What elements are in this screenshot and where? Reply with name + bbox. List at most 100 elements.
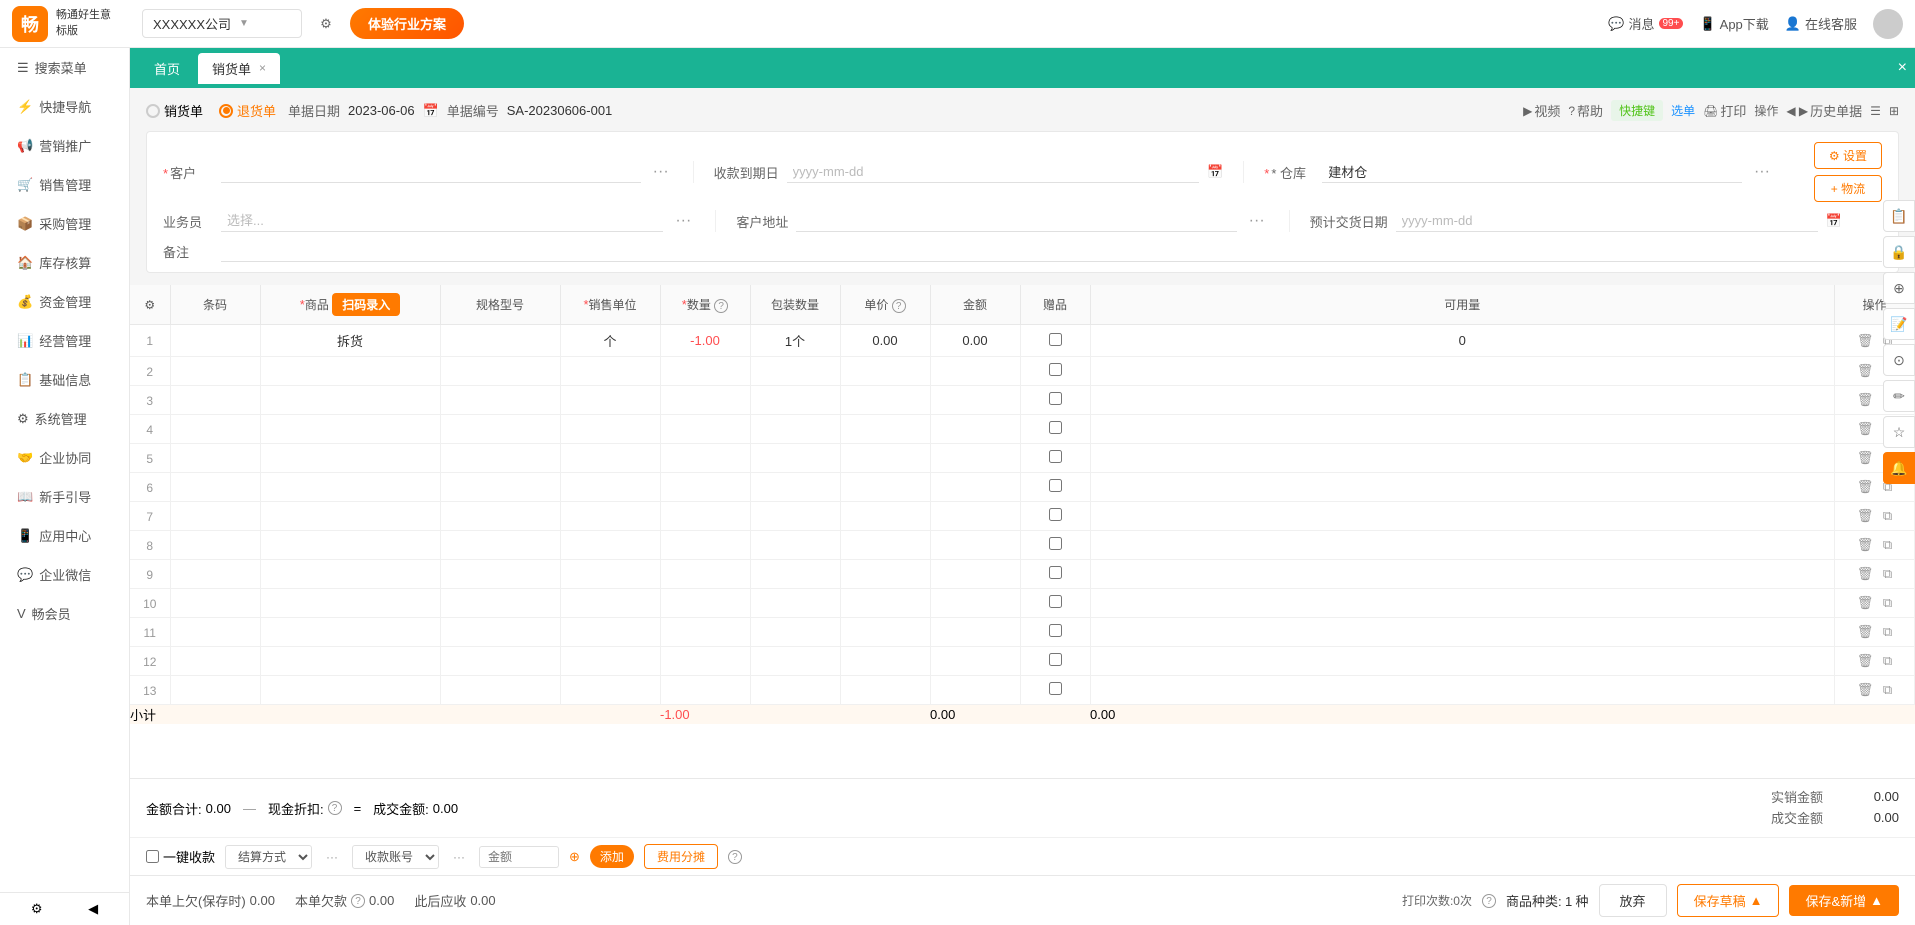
float-btn-5[interactable]: ⊙ [1883,344,1915,376]
row-barcode-cell[interactable] [170,415,260,444]
gift-checkbox[interactable] [1049,624,1062,637]
row-qty-cell[interactable] [660,676,750,705]
row-pack-cell[interactable] [750,560,840,589]
row-amount-cell[interactable] [930,676,1020,705]
delete-icon[interactable]: 🗑 [1857,653,1874,668]
row-unit-cell[interactable] [560,415,660,444]
action-select[interactable]: 选单 [1671,102,1695,119]
sidebar-item-guide[interactable]: 📖 新手引导 [0,477,129,516]
row-amount-cell[interactable] [930,444,1020,473]
window-close-icon[interactable]: × [1898,59,1907,77]
row-amount-cell[interactable] [930,386,1020,415]
row-pack-cell[interactable] [750,589,840,618]
row-barcode-cell[interactable] [170,502,260,531]
gift-checkbox[interactable] [1049,479,1062,492]
address-dots-icon[interactable]: ··· [1245,212,1269,230]
row-spec-cell[interactable] [440,618,560,647]
sidebar-item-purchase[interactable]: 📦 采购管理 [0,204,129,243]
calendar-icon[interactable]: 📅 [423,103,439,119]
row-price-cell[interactable] [840,386,930,415]
row-barcode-cell[interactable] [170,444,260,473]
delete-icon[interactable]: 🗑 [1857,508,1874,523]
row-barcode-cell[interactable] [170,676,260,705]
row-spec-cell[interactable] [440,676,560,705]
row-gift-cell[interactable] [1020,589,1090,618]
row-product-cell[interactable] [260,415,440,444]
row-gift-cell[interactable] [1020,473,1090,502]
row-product-cell[interactable]: 拆货 [260,325,440,357]
row-barcode-cell[interactable] [170,473,260,502]
row-unit-cell[interactable]: 个 [560,325,660,357]
copy-icon[interactable]: ⧉ [1883,537,1892,552]
row-spec-cell[interactable] [440,473,560,502]
row-barcode-cell[interactable] [170,531,260,560]
row-pack-cell[interactable] [750,444,840,473]
discard-button[interactable]: 放弃 [1599,884,1667,917]
row-gift-cell[interactable] [1020,325,1090,357]
row-qty-cell[interactable] [660,589,750,618]
delete-icon[interactable]: 🗑 [1857,333,1874,348]
radio-return-order[interactable]: 退货单 [219,101,276,120]
row-pack-cell[interactable] [750,357,840,386]
sidebar-item-collab[interactable]: 🤝 企业协同 [0,438,129,477]
row-amount-cell[interactable] [930,357,1020,386]
row-qty-cell[interactable] [660,386,750,415]
payment-calendar-icon[interactable]: 📅 [1207,164,1223,180]
gift-checkbox[interactable] [1049,392,1062,405]
row-amount-cell[interactable] [930,560,1020,589]
row-qty-cell[interactable]: -1.00 [660,325,750,357]
copy-icon[interactable]: ⧉ [1883,624,1892,639]
row-gift-cell[interactable] [1020,444,1090,473]
delete-icon[interactable]: 🗑 [1857,682,1874,697]
float-btn-6[interactable]: ✏ [1883,380,1915,412]
gift-checkbox[interactable] [1049,682,1062,695]
total-owed-help-icon[interactable]: ? [351,894,365,908]
row-barcode-cell[interactable] [170,386,260,415]
action-ops[interactable]: 操作 [1754,102,1778,119]
row-unit-cell[interactable] [560,647,660,676]
row-price-cell[interactable] [840,531,930,560]
copy-icon[interactable]: ⧉ [1883,508,1892,523]
row-barcode-cell[interactable] [170,560,260,589]
sidebar-item-system[interactable]: ⚙ 系统管理 [0,399,129,438]
row-spec-cell[interactable] [440,386,560,415]
row-barcode-cell[interactable] [170,647,260,676]
sidebar-item-search[interactable]: ☰ 搜索菜单 [0,48,129,87]
action-shortcut[interactable]: 快捷键 [1611,100,1663,121]
date-value[interactable]: 2023-06-06 [348,103,415,118]
row-gift-cell[interactable] [1020,386,1090,415]
sidebar-item-basics[interactable]: 📋 基础信息 [0,360,129,399]
row-amount-cell[interactable] [930,618,1020,647]
row-pack-cell[interactable] [750,473,840,502]
account-select[interactable]: 收款账号 [352,845,439,869]
address-input[interactable] [796,210,1236,232]
row-spec-cell[interactable] [440,415,560,444]
delete-icon[interactable]: 🗑 [1857,421,1874,436]
row-barcode-cell[interactable] [170,589,260,618]
sidebar-item-sales[interactable]: 🛒 销售管理 [0,165,129,204]
settings-button[interactable]: ⚙ 设置 [1814,142,1882,169]
save-draft-button[interactable]: 保存草稿 ▲ [1677,884,1780,917]
row-unit-cell[interactable] [560,357,660,386]
row-pack-cell[interactable] [750,647,840,676]
row-amount-cell[interactable]: 0.00 [930,325,1020,357]
user-avatar[interactable] [1873,9,1903,39]
row-price-cell[interactable] [840,647,930,676]
row-unit-cell[interactable] [560,589,660,618]
row-price-cell[interactable] [840,444,930,473]
delete-icon[interactable]: 🗑 [1857,392,1874,407]
copy-icon[interactable]: ⧉ [1883,653,1892,668]
row-unit-cell[interactable] [560,560,660,589]
float-btn-4[interactable]: 📝 [1883,308,1915,340]
radio-sales-order[interactable]: 销货单 [146,101,203,120]
sidebar-item-inventory[interactable]: 🏠 库存核算 [0,243,129,282]
print-help-icon[interactable]: ? [1482,894,1496,908]
row-price-cell[interactable] [840,415,930,444]
row-unit-cell[interactable] [560,531,660,560]
sidebar-item-member[interactable]: V 畅会员 [0,594,129,633]
row-amount-cell[interactable] [930,531,1020,560]
delete-icon[interactable]: 🗑 [1857,479,1874,494]
row-qty-cell[interactable] [660,618,750,647]
row-amount-cell[interactable] [930,415,1020,444]
action-help[interactable]: ? 帮助 [1568,101,1603,120]
